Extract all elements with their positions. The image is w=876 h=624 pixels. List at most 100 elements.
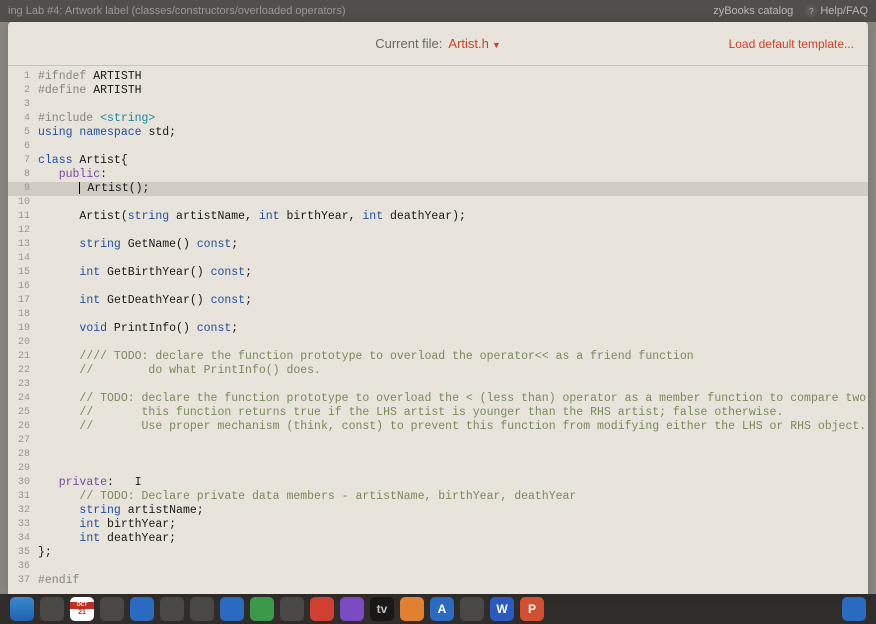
code-line[interactable]: 19 void PrintInfo() const;: [8, 322, 868, 336]
dock-app-icon[interactable]: [160, 597, 184, 621]
powerpoint-icon[interactable]: P: [520, 597, 544, 621]
line-number: 7: [8, 154, 38, 168]
dock-app-icon[interactable]: [250, 597, 274, 621]
file-name-dropdown[interactable]: Artist.h▼: [448, 36, 500, 51]
code-line[interactable]: 31 // TODO: Declare private data members…: [8, 490, 868, 504]
dock-app-icon[interactable]: [842, 597, 866, 621]
code-line[interactable]: 8 public:: [8, 168, 868, 182]
code-text[interactable]: #endif: [38, 574, 79, 588]
catalog-link[interactable]: zyBooks catalog: [713, 5, 793, 17]
code-text[interactable]: public:: [38, 168, 107, 182]
code-text[interactable]: // TODO: declare the function prototype …: [38, 392, 868, 406]
line-number: 10: [8, 196, 38, 210]
code-line[interactable]: 32 string artistName;: [8, 504, 868, 518]
code-line[interactable]: 20: [8, 336, 868, 350]
finder-icon[interactable]: [10, 597, 34, 621]
code-line[interactable]: 11 Artist(string artistName, int birthYe…: [8, 210, 868, 224]
code-text[interactable]: class Artist{: [38, 154, 128, 168]
code-text[interactable]: string artistName;: [38, 504, 204, 518]
code-text[interactable]: #ifndef ARTISTH: [38, 70, 142, 84]
dock-app-icon[interactable]: [40, 597, 64, 621]
code-text[interactable]: // do what PrintInfo() does.: [38, 364, 321, 378]
code-text[interactable]: void PrintInfo() const;: [38, 322, 238, 336]
line-number: 31: [8, 490, 38, 504]
calendar-icon[interactable]: OCT 21: [70, 597, 94, 621]
code-line[interactable]: 23: [8, 378, 868, 392]
app-store-icon[interactable]: A: [430, 597, 454, 621]
dock-app-icon[interactable]: [100, 597, 124, 621]
code-line[interactable]: 28: [8, 448, 868, 462]
code-line[interactable]: 9 Artist();: [8, 182, 868, 196]
help-link[interactable]: ?Help/FAQ: [805, 5, 868, 18]
code-text[interactable]: private: I: [38, 476, 142, 490]
code-text[interactable]: #include <string>: [38, 112, 155, 126]
code-line[interactable]: 14: [8, 252, 868, 266]
code-line[interactable]: 18: [8, 308, 868, 322]
apple-tv-icon[interactable]: tv: [370, 597, 394, 621]
line-number: 14: [8, 252, 38, 266]
dock-app-icon[interactable]: [220, 597, 244, 621]
code-line[interactable]: 22 // do what PrintInfo() does.: [8, 364, 868, 378]
code-line[interactable]: 7class Artist{: [8, 154, 868, 168]
code-line[interactable]: 16: [8, 280, 868, 294]
code-text[interactable]: int deathYear;: [38, 532, 176, 546]
code-line[interactable]: 1#ifndef ARTISTH: [8, 70, 868, 84]
code-line[interactable]: 17 int GetDeathYear() const;: [8, 294, 868, 308]
dock-app-icon[interactable]: [400, 597, 424, 621]
code-text[interactable]: int birthYear;: [38, 518, 176, 532]
line-number: 3: [8, 98, 38, 112]
word-icon[interactable]: W: [490, 597, 514, 621]
line-number: 34: [8, 532, 38, 546]
line-number: 27: [8, 434, 38, 448]
code-line[interactable]: 33 int birthYear;: [8, 518, 868, 532]
code-text[interactable]: using namespace std;: [38, 126, 176, 140]
code-text[interactable]: Artist(string artistName, int birthYear,…: [38, 210, 466, 224]
code-text[interactable]: int GetBirthYear() const;: [38, 266, 252, 280]
code-line[interactable]: 10: [8, 196, 868, 210]
current-file-label: Current file:: [375, 36, 442, 51]
line-number: 11: [8, 210, 38, 224]
dock-app-icon[interactable]: [460, 597, 484, 621]
code-text[interactable]: // Use proper mechanism (think, const) t…: [38, 420, 866, 434]
code-text[interactable]: // this function returns true if the LHS…: [38, 406, 783, 420]
dock-app-icon[interactable]: [280, 597, 304, 621]
load-default-template-link[interactable]: Load default template...: [729, 37, 854, 51]
dock-app-icon[interactable]: [340, 597, 364, 621]
code-line[interactable]: 25 // this function returns true if the …: [8, 406, 868, 420]
code-line[interactable]: 4#include <string>: [8, 112, 868, 126]
dock-app-icon[interactable]: [310, 597, 334, 621]
code-line[interactable]: 24 // TODO: declare the function prototy…: [8, 392, 868, 406]
code-text[interactable]: // TODO: Declare private data members - …: [38, 490, 576, 504]
code-line[interactable]: 6: [8, 140, 868, 154]
code-editor[interactable]: 1#ifndef ARTISTH2#define ARTISTH34#inclu…: [8, 66, 868, 594]
code-line[interactable]: 15 int GetBirthYear() const;: [8, 266, 868, 280]
code-text[interactable]: };: [38, 546, 52, 560]
code-line[interactable]: 26 // Use proper mechanism (think, const…: [8, 420, 868, 434]
code-line[interactable]: 30 private: I: [8, 476, 868, 490]
code-line[interactable]: 21 //// TODO: declare the function proto…: [8, 350, 868, 364]
code-line[interactable]: 36: [8, 560, 868, 574]
code-line[interactable]: 29: [8, 462, 868, 476]
code-line[interactable]: 13 string GetName() const;: [8, 238, 868, 252]
code-text[interactable]: string GetName() const;: [38, 238, 238, 252]
code-line[interactable]: 3: [8, 98, 868, 112]
line-number: 13: [8, 238, 38, 252]
code-line[interactable]: 5using namespace std;: [8, 126, 868, 140]
dock-app-icon[interactable]: [190, 597, 214, 621]
line-number: 22: [8, 364, 38, 378]
code-text[interactable]: int GetDeathYear() const;: [38, 294, 252, 308]
code-line[interactable]: 37#endif: [8, 574, 868, 588]
dock-app-icon[interactable]: [130, 597, 154, 621]
code-text[interactable]: #define ARTISTH: [38, 84, 142, 98]
code-text[interactable]: //// TODO: declare the function prototyp…: [38, 350, 694, 364]
line-number: 30: [8, 476, 38, 490]
code-line[interactable]: 2#define ARTISTH: [8, 84, 868, 98]
line-number: 5: [8, 126, 38, 140]
line-number: 36: [8, 560, 38, 574]
code-line[interactable]: 27: [8, 434, 868, 448]
tab-title: ing Lab #4: Artwork label (classes/const…: [8, 5, 346, 17]
code-text[interactable]: Artist();: [38, 182, 149, 196]
code-line[interactable]: 35};: [8, 546, 868, 560]
code-line[interactable]: 12: [8, 224, 868, 238]
code-line[interactable]: 34 int deathYear;: [8, 532, 868, 546]
